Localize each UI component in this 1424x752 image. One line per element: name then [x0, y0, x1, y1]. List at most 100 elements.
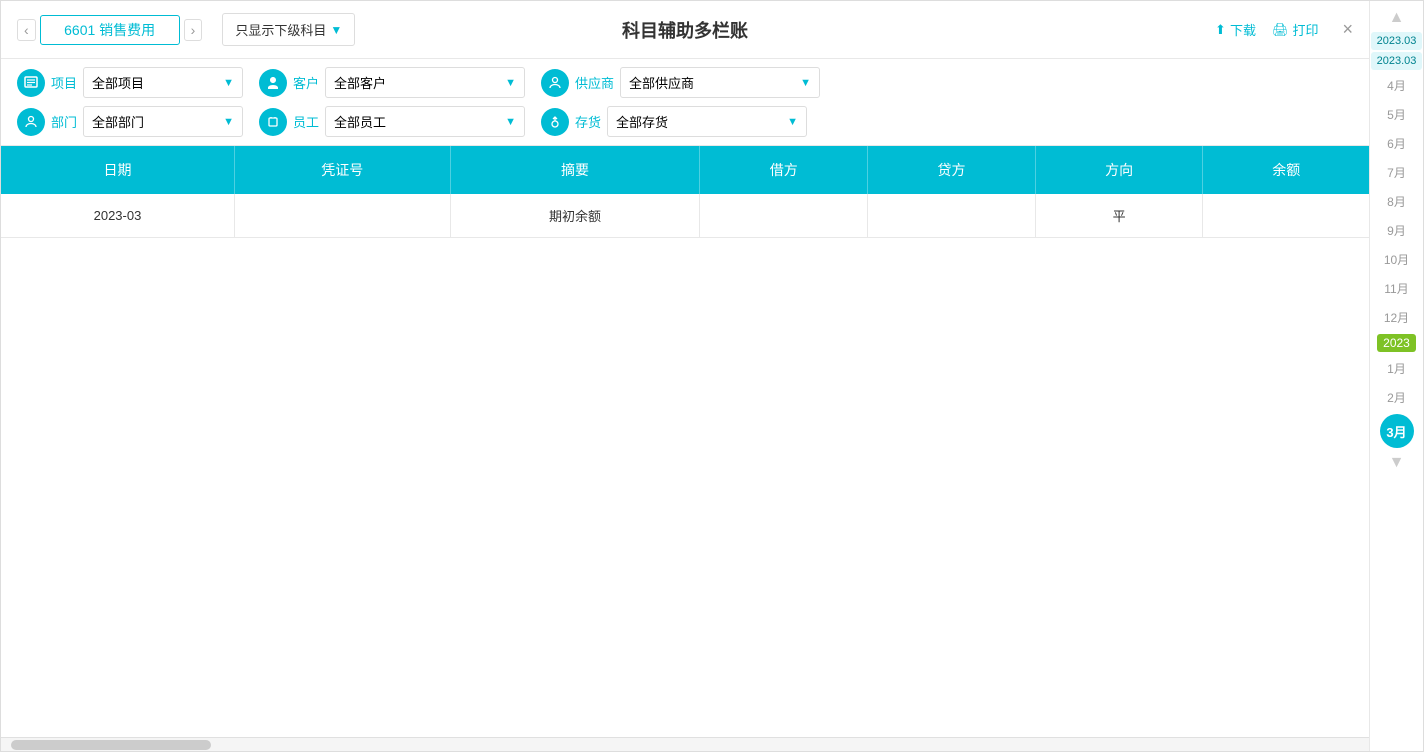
sidebar-label-7: 7月 — [1387, 164, 1406, 181]
filter-section: 项目 全部项目 ▼ 客户 全部客户 ▼ — [1, 59, 1369, 146]
customer-select[interactable]: 全部客户 ▼ — [325, 67, 525, 98]
download-button[interactable]: ⬆ 下载 — [1215, 20, 1256, 39]
header-nav: ‹ 6601 销售费用 › — [17, 15, 202, 45]
filter-item-employee: 员工 全部员工 ▼ — [259, 106, 525, 137]
col-balance: 余额 — [1203, 146, 1369, 194]
sidebar-label-1: 1月 — [1387, 360, 1406, 377]
project-icon — [17, 69, 45, 97]
department-label: 部门 — [51, 112, 77, 131]
inventory-select[interactable]: 全部存货 ▼ — [607, 106, 807, 137]
customer-select-arrow: ▼ — [505, 77, 516, 89]
filter-item-customer: 客户 全部客户 ▼ — [259, 67, 525, 98]
sidebar-item-year-2023[interactable]: 2023 — [1377, 334, 1416, 352]
employee-select-arrow: ▼ — [505, 116, 516, 128]
sidebar-item-1[interactable]: 1月 — [1370, 354, 1423, 383]
download-label: 下载 — [1230, 20, 1256, 39]
horizontal-scrollbar[interactable] — [1, 737, 1369, 751]
inventory-label: 存货 — [575, 112, 601, 131]
main-container: ‹ 6601 销售费用 › 只显示下级科目 ▼ 科目辅助多栏账 ⬆ 下载 🖨 打… — [0, 0, 1424, 752]
sidebar-label-9: 9月 — [1387, 222, 1406, 239]
filter-dropdown-arrow: ▼ — [330, 23, 342, 37]
project-select-arrow: ▼ — [223, 77, 234, 89]
sidebar-label-2023-03-top: 2023.03 — [1377, 35, 1417, 47]
table-header-row: 日期 凭证号 摘要 借方 贷方 方向 余额 — [1, 146, 1369, 194]
filter-row-2: 部门 全部部门 ▼ 员工 全部员工 ▼ — [17, 106, 1353, 137]
print-icon: 🖨 — [1272, 22, 1289, 38]
content-area: ‹ 6601 销售费用 › 只显示下级科目 ▼ 科目辅助多栏账 ⬆ 下载 🖨 打… — [1, 1, 1369, 751]
next-account-button[interactable]: › — [184, 19, 203, 41]
header: ‹ 6601 销售费用 › 只显示下级科目 ▼ 科目辅助多栏账 ⬆ 下载 🖨 打… — [1, 1, 1369, 59]
sidebar-label-3: 3月 — [1386, 422, 1406, 441]
sidebar-item-12[interactable]: 12月 — [1370, 303, 1423, 332]
col-summary: 摘要 — [450, 146, 700, 194]
customer-label: 客户 — [293, 73, 319, 92]
col-voucher: 凭证号 — [234, 146, 450, 194]
sidebar-item-3[interactable]: 3月 — [1380, 414, 1414, 448]
supplier-select-arrow: ▼ — [800, 77, 811, 89]
sidebar-item-5[interactable]: 5月 — [1370, 100, 1423, 129]
header-actions: ⬆ 下载 🖨 打印 × — [1215, 19, 1353, 40]
department-select[interactable]: 全部部门 ▼ — [83, 106, 243, 137]
customer-select-value: 全部客户 — [334, 73, 386, 92]
inventory-select-arrow: ▼ — [787, 116, 798, 128]
department-select-value: 全部部门 — [92, 112, 144, 131]
sidebar-item-10[interactable]: 10月 — [1370, 245, 1423, 274]
account-code: 6601 销售费用 — [40, 15, 180, 45]
sidebar-item-2023-03-2[interactable]: 2023.03 — [1371, 52, 1423, 70]
sidebar-item-7[interactable]: 7月 — [1370, 158, 1423, 187]
sidebar-down-arrow[interactable]: ▼ — [1385, 450, 1409, 476]
page-title: 科目辅助多栏账 — [622, 17, 748, 43]
table-row: 2023-03 期初余额 平 — [1, 194, 1369, 238]
sidebar-item-2023-03-top[interactable]: 2023.03 — [1371, 32, 1423, 50]
employee-label: 员工 — [293, 112, 319, 131]
supplier-select[interactable]: 全部供应商 ▼ — [620, 67, 820, 98]
project-label: 项目 — [51, 73, 77, 92]
project-select-value: 全部项目 — [92, 73, 144, 92]
print-label: 打印 — [1292, 20, 1318, 39]
sidebar-item-9[interactable]: 9月 — [1370, 216, 1423, 245]
inventory-select-value: 全部存货 — [616, 112, 668, 131]
sidebar-item-8[interactable]: 8月 — [1370, 187, 1423, 216]
scroll-thumb[interactable] — [11, 740, 211, 750]
cell-direction: 平 — [1035, 194, 1203, 238]
col-direction: 方向 — [1035, 146, 1203, 194]
cell-voucher — [234, 194, 450, 238]
sidebar-item-2[interactable]: 2月 — [1370, 383, 1423, 412]
filter-item-department: 部门 全部部门 ▼ — [17, 106, 243, 137]
ledger-table: 日期 凭证号 摘要 借方 贷方 方向 余额 2023-03 期初余额 平 — [1, 146, 1369, 238]
sidebar-label-6: 6月 — [1387, 135, 1406, 152]
supplier-icon — [541, 69, 569, 97]
filter-item-project: 项目 全部项目 ▼ — [17, 67, 243, 98]
sidebar-label-11: 11月 — [1384, 280, 1408, 297]
sidebar-label-2023-03-2: 2023.03 — [1377, 55, 1417, 67]
supplier-label: 供应商 — [575, 73, 614, 92]
project-select[interactable]: 全部项目 ▼ — [83, 67, 243, 98]
right-sidebar: ▲ 2023.03 2023.03 4月 5月 6月 7月 8月 9月 10月 — [1369, 1, 1423, 751]
sidebar-up-arrow[interactable]: ▲ — [1385, 5, 1409, 31]
col-date: 日期 — [1, 146, 234, 194]
print-button[interactable]: 🖨 打印 — [1272, 20, 1319, 39]
col-debit: 借方 — [700, 146, 868, 194]
prev-account-button[interactable]: ‹ — [17, 19, 36, 41]
sidebar-label-5: 5月 — [1387, 106, 1406, 123]
download-icon: ⬆ — [1215, 22, 1226, 38]
sidebar-label-12: 12月 — [1384, 309, 1409, 326]
close-button[interactable]: × — [1342, 19, 1353, 40]
cell-date: 2023-03 — [1, 194, 234, 238]
sidebar-item-11[interactable]: 11月 — [1370, 274, 1423, 303]
department-select-arrow: ▼ — [223, 116, 234, 128]
sidebar-label-8: 8月 — [1387, 193, 1406, 210]
sidebar-label-10: 10月 — [1384, 251, 1409, 268]
filter-row-1: 项目 全部项目 ▼ 客户 全部客户 ▼ — [17, 67, 1353, 98]
cell-credit — [868, 194, 1036, 238]
filter-item-supplier: 供应商 全部供应商 ▼ — [541, 67, 820, 98]
cell-debit — [700, 194, 868, 238]
sidebar-item-6[interactable]: 6月 — [1370, 129, 1423, 158]
col-credit: 贷方 — [868, 146, 1036, 194]
employee-select[interactable]: 全部员工 ▼ — [325, 106, 525, 137]
show-sub-account-button[interactable]: 只显示下级科目 ▼ — [222, 13, 355, 46]
sidebar-item-4[interactable]: 4月 — [1370, 71, 1423, 100]
department-icon — [17, 108, 45, 136]
sidebar-label-4: 4月 — [1387, 77, 1406, 94]
filter-item-inventory: 存货 全部存货 ▼ — [541, 106, 807, 137]
